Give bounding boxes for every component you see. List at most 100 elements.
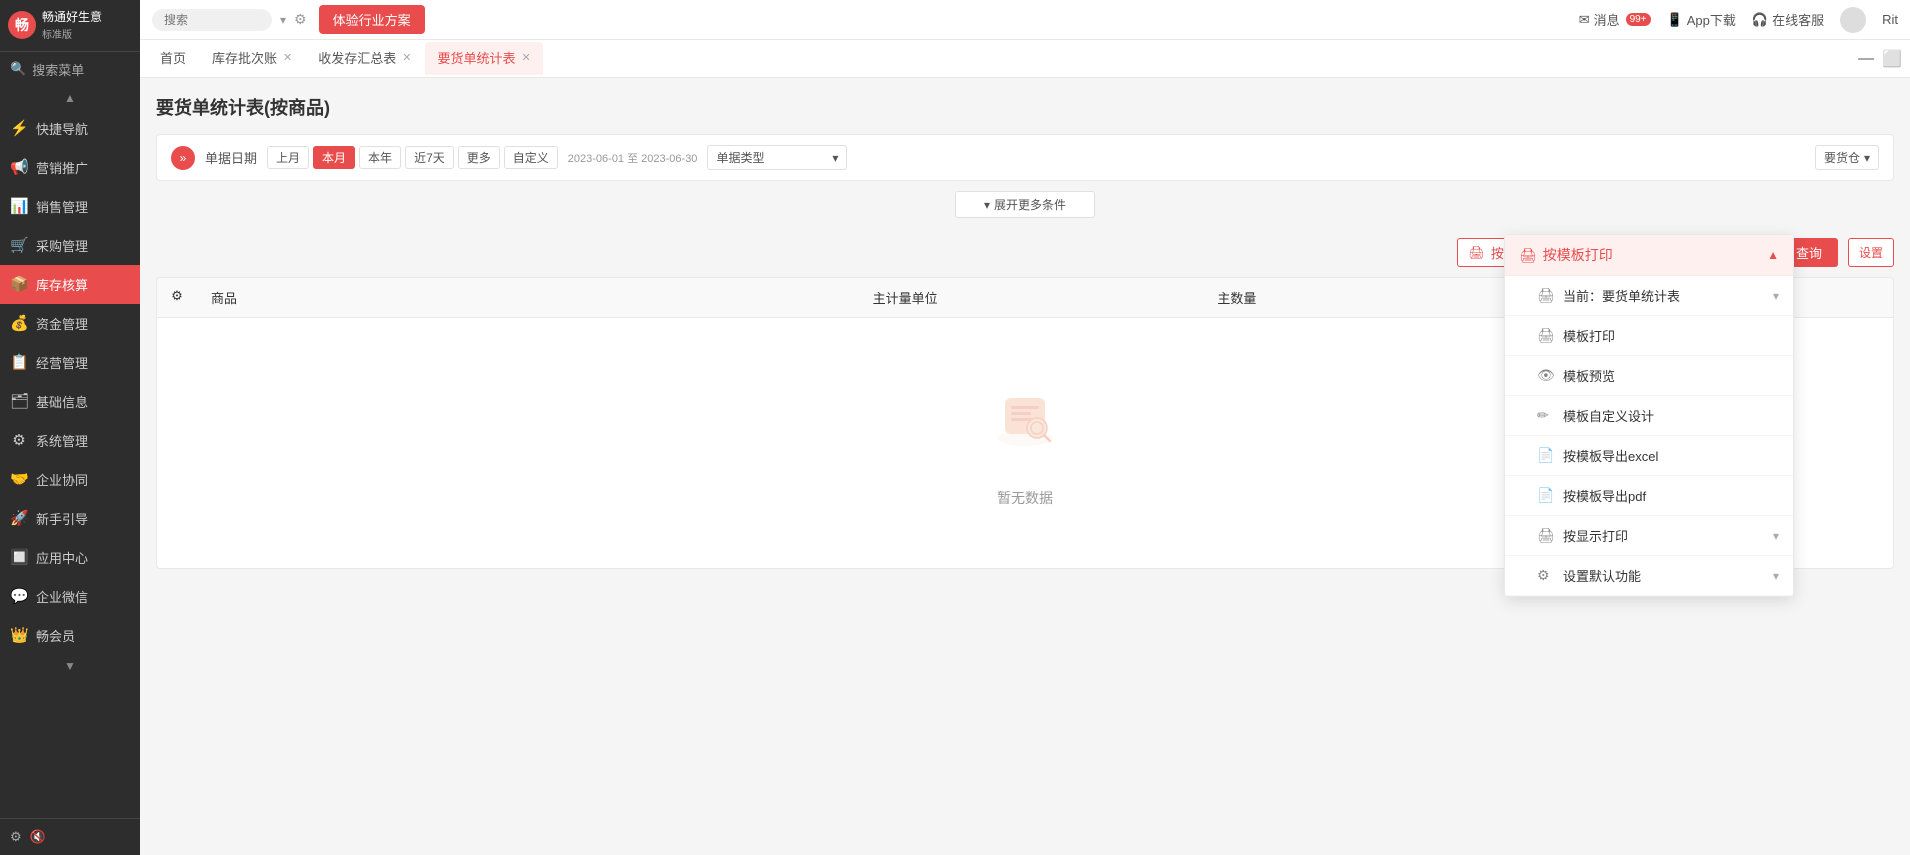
settings-table-icon[interactable]: ⚙ [171, 288, 183, 307]
sidebar-item-label: 采购管理 [36, 236, 88, 255]
app-download-label: App下载 [1687, 10, 1736, 29]
print-dropdown-collapse-btn[interactable]: ▲ [1767, 248, 1779, 262]
template-design-item[interactable]: ✏ 模板自定义设计 [1505, 396, 1793, 436]
sidebar-item-label: 经营管理 [36, 353, 88, 372]
current-chevron-icon: ▾ [1773, 289, 1779, 303]
template-print-item[interactable]: 🖨 模板打印 [1505, 316, 1793, 356]
display-print-chevron-icon: ▾ [1773, 529, 1779, 543]
date-btn-custom[interactable]: 自定义 [504, 146, 558, 169]
set-default-label: 设置默认功能 [1563, 566, 1641, 585]
page-title: 要货单统计表(按商品) [156, 94, 1894, 120]
audio-icon[interactable]: 🔇 [30, 829, 46, 845]
scroll-up-btn[interactable]: ▲ [0, 87, 140, 109]
date-btn-this-month[interactable]: 本月 [313, 146, 355, 169]
sidebar-item-basic[interactable]: 🗂 基础信息 [0, 382, 140, 421]
tab-receipt-summary-close[interactable]: ✕ [402, 51, 411, 64]
sidebar-item-collab[interactable]: 🤝 企业协同 [0, 460, 140, 499]
template-print-label: 模板打印 [1563, 326, 1615, 345]
content-area: 要货单统计表(按商品) » 单据日期 上月 本月 本年 近7天 更多 自定义 2… [140, 78, 1910, 855]
filter-expand-btn[interactable]: » [171, 146, 195, 170]
setting-btn[interactable]: 设置 [1848, 238, 1894, 267]
expand-more-btn[interactable]: ▾ 展开更多条件 [955, 191, 1095, 218]
set-default-item[interactable]: ⚙ 设置默认功能 ▾ [1505, 556, 1793, 596]
th-qty: 主数量 [1203, 288, 1548, 307]
search-label: 搜索菜单 [32, 60, 84, 79]
sidebar-item-finance[interactable]: 💰 资金管理 [0, 304, 140, 343]
doc-type-select[interactable]: 单据类型 ▾ [707, 145, 847, 170]
settings-icon[interactable]: ⚙ [10, 829, 22, 845]
sidebar-item-quick-nav[interactable]: ⚡ 快捷导航 [0, 109, 140, 148]
sidebar: 畅 畅通好生意 标准版 🔍 搜索菜单 ▲ ⚡ 快捷导航 📢 营销推广 📊 销售管… [0, 0, 140, 855]
template-preview-label: 模板预览 [1563, 366, 1615, 385]
double-arrow-icon: » [180, 151, 187, 165]
sidebar-item-system[interactable]: ⚙ 系统管理 [0, 421, 140, 460]
sidebar-item-member[interactable]: 👑 畅会员 [0, 616, 140, 655]
user-avatar[interactable] [1840, 7, 1866, 33]
filter-bar: » 单据日期 上月 本月 本年 近7天 更多 自定义 2023-06-01 至 … [156, 134, 1894, 181]
tab-inventory-batch[interactable]: 库存批次账 ✕ [200, 42, 304, 75]
sidebar-item-label: 库存核算 [36, 275, 88, 294]
operation-icon: 📋 [10, 353, 28, 371]
date-btn-last-month[interactable]: 上月 [267, 146, 309, 169]
tab-home-label: 首页 [160, 48, 186, 67]
topbar-search-input[interactable] [152, 9, 272, 31]
phone-icon: 📱 [1667, 12, 1683, 28]
app-info: 畅通好生意 标准版 [42, 10, 102, 41]
tab-order-stats-label: 要货单统计表 [437, 48, 515, 67]
date-range-text: 2023-06-01 至 2023-06-30 [568, 150, 698, 166]
marketing-icon: 📢 [10, 158, 28, 176]
guide-icon: 🚀 [10, 509, 28, 527]
template-preview-item[interactable]: 👁 模板预览 [1505, 356, 1793, 396]
window-maximize-icon[interactable]: ⬜ [1882, 49, 1902, 69]
app-logo: 畅 畅通好生意 标准版 [0, 0, 140, 52]
template-excel-icon: 📄 [1537, 447, 1553, 464]
sidebar-item-label: 新手引导 [36, 509, 88, 528]
topbar-chevron-icon[interactable]: ▾ [280, 13, 286, 27]
sidebar-item-label: 企业协同 [36, 470, 88, 489]
tab-home[interactable]: 首页 [148, 42, 198, 75]
messages-btn[interactable]: ✉ 消息 99+ [1579, 10, 1651, 29]
tab-inventory-batch-close[interactable]: ✕ [283, 51, 292, 64]
online-service-label: 在线客服 [1772, 10, 1824, 29]
sidebar-item-label: 应用中心 [36, 548, 88, 567]
sidebar-item-wechat[interactable]: 💬 企业微信 [0, 577, 140, 616]
sidebar-item-label: 系统管理 [36, 431, 88, 450]
template-pdf-icon: 📄 [1537, 487, 1553, 504]
messages-label: 消息 [1594, 10, 1620, 29]
display-print-item[interactable]: 🖨 按显示打印 ▾ [1505, 516, 1793, 556]
sidebar-item-apps[interactable]: 🔲 应用中心 [0, 538, 140, 577]
tab-order-stats[interactable]: 要货单统计表 ✕ [425, 42, 542, 75]
app-download-btn[interactable]: 📱 App下载 [1667, 10, 1736, 29]
warehouse-select[interactable]: 要货仓 ▾ [1815, 145, 1879, 170]
experience-btn[interactable]: 体验行业方案 [319, 5, 425, 34]
template-preview-icon: 👁 [1537, 367, 1553, 384]
sidebar-item-inventory[interactable]: 📦 库存核算 [0, 265, 140, 304]
tab-receipt-summary[interactable]: 收发存汇总表 ✕ [306, 42, 423, 75]
print-current-item[interactable]: 🖨 当前：要货单统计表 ▾ [1505, 276, 1793, 316]
sidebar-item-purchase[interactable]: 🛒 采购管理 [0, 226, 140, 265]
search-icon: 🔍 [10, 61, 26, 77]
date-filter-group: 上月 本月 本年 近7天 更多 自定义 [267, 146, 558, 169]
system-icon: ⚙ [10, 431, 28, 449]
finance-icon: 💰 [10, 314, 28, 332]
tab-order-stats-close[interactable]: ✕ [522, 51, 531, 64]
date-btn-this-year[interactable]: 本年 [359, 146, 401, 169]
date-btn-7days[interactable]: 近7天 [405, 146, 454, 169]
date-btn-more[interactable]: 更多 [458, 146, 500, 169]
collab-icon: 🤝 [10, 470, 28, 488]
print-dropdown: 🖨 按模板打印 ▲ 🖨 当前：要货单统计表 ▾ 🖨 模板打印 👁 模板预览 [1504, 234, 1794, 597]
sidebar-search[interactable]: 🔍 搜索菜单 [0, 52, 140, 87]
sidebar-item-guide[interactable]: 🚀 新手引导 [0, 499, 140, 538]
scroll-down-btn[interactable]: ▼ [0, 655, 140, 677]
template-pdf-item[interactable]: 📄 按模板导出pdf [1505, 476, 1793, 516]
topbar-right: ✉ 消息 99+ 📱 App下载 🎧 在线客服 Rit [1579, 7, 1898, 33]
window-minimize-icon[interactable]: — [1858, 50, 1874, 68]
sidebar-item-operation[interactable]: 📋 经营管理 [0, 343, 140, 382]
topbar-gear-icon[interactable]: ⚙ [294, 11, 307, 28]
sidebar-item-marketing[interactable]: 📢 营销推广 [0, 148, 140, 187]
template-excel-item[interactable]: 📄 按模板导出excel [1505, 436, 1793, 476]
online-service-btn[interactable]: 🎧 在线客服 [1752, 10, 1824, 29]
print-title-label: 按模板打印 [1543, 245, 1613, 265]
template-excel-label: 按模板导出excel [1563, 446, 1658, 465]
sidebar-item-sales[interactable]: 📊 销售管理 [0, 187, 140, 226]
